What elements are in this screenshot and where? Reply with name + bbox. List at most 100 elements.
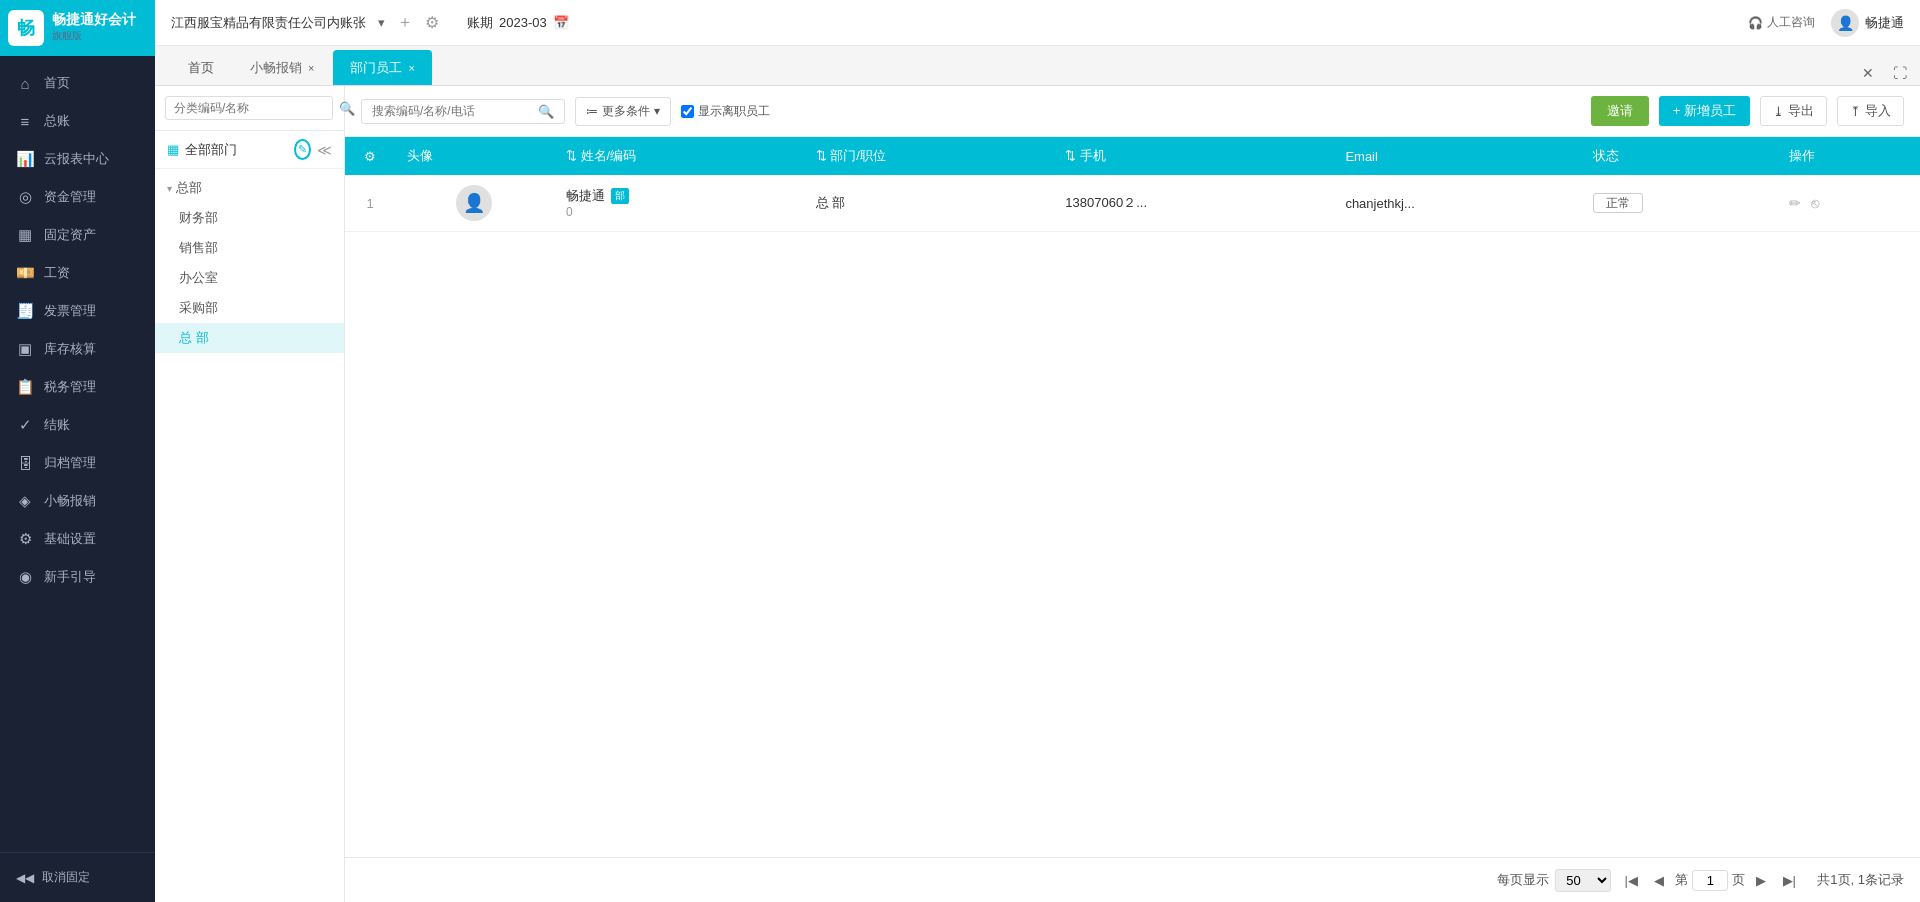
consult-button[interactable]: 🎧 人工咨询 [1748,14,1815,31]
archive-icon: 🗄 [16,455,34,472]
settings-gear-icon[interactable]: ⚙ [425,13,439,32]
sidebar-label-archive: 归档管理 [44,454,96,472]
employee-search-input[interactable] [372,104,532,118]
search-magnify-icon[interactable]: 🔍 [538,104,554,119]
sidebar-item-asset[interactable]: ▦ 固定资产 [0,216,155,254]
invoice-icon: 🧾 [16,302,34,320]
import-icon: ⤒ [1850,104,1861,119]
status-badge: 正常 [1593,193,1643,213]
dept-search-bar: 🔍 [155,86,344,131]
edit-employee-icon[interactable]: ✏ [1789,195,1801,211]
page-number-input[interactable] [1692,870,1728,891]
employee-table-wrapper: ⚙ 头像 ⇅ 姓名/编码 ⇅ 部门/职位 ⇅ 手机 [345,137,1920,857]
next-page-button[interactable]: ▶ [1749,868,1773,892]
tab-expense-close[interactable]: × [308,62,314,74]
close-window-button[interactable]: ✕ [1856,61,1880,85]
dept-tree: ▾ 总部 财务部 销售部 办公室 采购部 总 部 [155,169,344,902]
row-index: 1 [345,175,395,232]
pagination: 每页显示 50 20 100 |◀ ◀ 第 页 ▶ [345,857,1920,902]
logout-employee-icon[interactable]: ⎋ [1811,195,1819,211]
last-page-button[interactable]: ▶| [1777,868,1801,892]
sidebar-label-salary: 工资 [44,264,70,282]
expand-arrow-icon: ▾ [167,183,172,194]
add-employee-button[interactable]: + 新增员工 [1659,96,1750,126]
row-dept: 总 部 [804,175,1054,232]
col-settings-icon[interactable]: ⚙ [364,149,376,164]
sidebar-item-capital[interactable]: ◎ 资金管理 [0,178,155,216]
export-button[interactable]: ⤓ 导出 [1760,96,1827,126]
sidebar-header: 畅 畅捷通好会计 旗舰版 [0,0,155,56]
tab-expense[interactable]: 小畅报销 × [233,50,331,85]
dept-item-finance[interactable]: 财务部 [155,203,344,233]
dept-item-office[interactable]: 办公室 [155,263,344,293]
sidebar-item-invoice[interactable]: 🧾 发票管理 [0,292,155,330]
sidebar-label-tax: 税务管理 [44,378,96,396]
sidebar-label-guide: 新手引导 [44,568,96,586]
dept-header-icons: ✎ ≪ [294,139,332,160]
sidebar-item-checkout[interactable]: ✓ 结账 [0,406,155,444]
tabbar: 首页 小畅报销 × 部门员工 × ✕ ⛶ [155,46,1920,86]
user-menu[interactable]: 👤 畅捷通 [1831,9,1904,37]
app-title: 畅捷通好会计 [52,11,136,28]
show-resigned-checkbox[interactable]: 显示离职员工 [681,103,770,120]
sidebar-item-tax[interactable]: 📋 税务管理 [0,368,155,406]
dept-edit-icon[interactable]: ✎ [294,139,311,160]
page-size-selector: 每页显示 50 20 100 [1497,869,1611,892]
sidebar-item-report[interactable]: 📊 云报表中心 [0,140,155,178]
col-email: Email [1333,137,1580,175]
first-page-button[interactable]: |◀ [1619,868,1643,892]
sidebar: 畅 畅捷通好会计 旗舰版 ⌂ 首页 ≡ 总账 📊 云报表中心 ◎ 资金管理 [0,0,155,902]
avatar-icon: 👤 [1837,15,1854,31]
maximize-window-button[interactable]: ⛶ [1888,61,1912,85]
sidebar-item-settings[interactable]: ⚙ 基础设置 [0,520,155,558]
sidebar-nav: ⌂ 首页 ≡ 总账 📊 云报表中心 ◎ 资金管理 ▦ 固定资产 💴 工资 [0,56,155,604]
add-account-icon[interactable]: ＋ [397,12,413,33]
dept-item-sales[interactable]: 销售部 [155,233,344,263]
sidebar-item-salary[interactable]: 💴 工资 [0,254,155,292]
asset-icon: ▦ [16,226,34,244]
sidebar-label-capital: 资金管理 [44,188,96,206]
import-button[interactable]: ⤒ 导入 [1837,96,1904,126]
filter-button[interactable]: ≔ 更多条件 ▾ [575,97,671,126]
sidebar-item-home[interactable]: ⌂ 首页 [0,64,155,102]
sidebar-item-guide[interactable]: ◉ 新手引导 [0,558,155,596]
col-phone[interactable]: ⇅ 手机 [1053,137,1333,175]
sidebar-item-expense[interactable]: ◈ 小畅报销 [0,482,155,520]
pin-toggle[interactable]: ◀◀ 取消固定 [16,863,139,892]
dept-item-general[interactable]: 总 部 [155,323,344,353]
company-dropdown-icon[interactable]: ▾ [378,15,385,30]
resigned-checkbox-input[interactable] [681,105,694,118]
col-settings[interactable]: ⚙ [345,137,395,175]
employee-search-box: 🔍 [361,99,565,124]
prev-page-button[interactable]: ◀ [1647,868,1671,892]
settings-icon: ⚙ [16,530,34,548]
topbar-right: 🎧 人工咨询 👤 畅捷通 [1748,9,1904,37]
checkout-icon: ✓ [16,416,34,434]
tab-department-close[interactable]: × [408,62,414,74]
col-avatar: 头像 [395,137,554,175]
user-name: 畅捷通 [1865,14,1904,32]
invite-button[interactable]: 邀请 [1591,96,1649,126]
tax-icon: 📋 [16,378,34,396]
col-name[interactable]: ⇅ 姓名/编码 [554,137,804,175]
ledger-icon: ≡ [16,113,34,130]
tab-department[interactable]: 部门员工 × [333,50,431,85]
app-logo: 畅 [8,10,44,46]
dept-collapse-icon[interactable]: ≪ [317,142,332,158]
dept-group-header-total[interactable]: ▾ 总部 [155,173,344,203]
right-panel: 🔍 ≔ 更多条件 ▾ 显示离职员工 邀请 + 新增员工 [345,86,1920,902]
sidebar-item-inventory[interactable]: ▣ 库存核算 [0,330,155,368]
calendar-icon[interactable]: 📅 [553,15,569,30]
page-size-label: 每页显示 [1497,871,1549,889]
tab-home[interactable]: 首页 [171,50,231,85]
page-size-select[interactable]: 50 20 100 [1555,869,1611,892]
sidebar-item-ledger[interactable]: ≡ 总账 [0,102,155,140]
col-dept[interactable]: ⇅ 部门/职位 [804,137,1054,175]
import-label: 导入 [1865,102,1891,120]
dept-item-purchase[interactable]: 采购部 [155,293,344,323]
dept-search-input[interactable] [165,96,333,120]
page-total-label: 共1页, 1条记录 [1817,871,1904,889]
consult-label: 人工咨询 [1767,14,1815,31]
sidebar-label-settings: 基础设置 [44,530,96,548]
sidebar-item-archive[interactable]: 🗄 归档管理 [0,444,155,482]
